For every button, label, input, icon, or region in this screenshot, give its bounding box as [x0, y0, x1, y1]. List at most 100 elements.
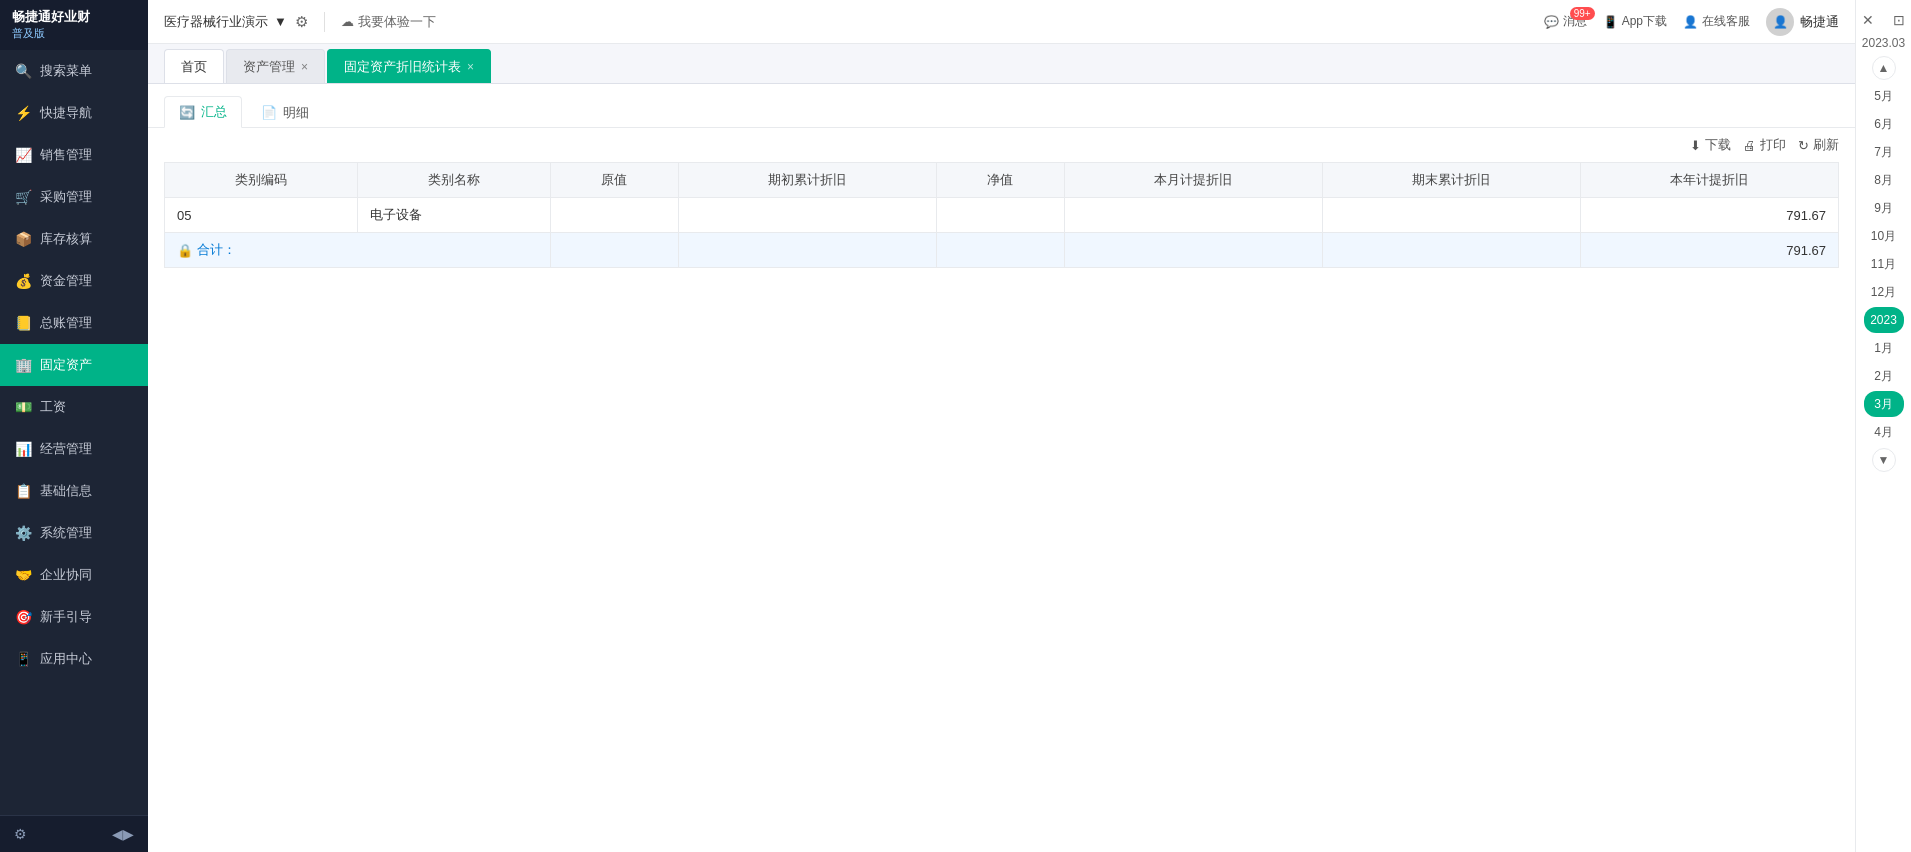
col-monthly-depr: 本月计提折旧 [1064, 163, 1322, 198]
tabs-bar: 首页 资产管理 × 固定资产折旧统计表 × [148, 44, 1855, 84]
nav-icon-purchase: 🛒 [14, 188, 32, 206]
collapse-icon[interactable]: ◀▶ [112, 826, 134, 842]
panel-close-btn[interactable]: ✕ [1862, 12, 1874, 28]
nav-label-salary: 工资 [40, 398, 66, 416]
nav-label-beginner: 新手引导 [40, 608, 92, 626]
nav-label-inventory: 库存核算 [40, 230, 92, 248]
sidebar-item-fixed-assets[interactable]: 🏢 固定资产 [0, 344, 148, 386]
sub-tab-detail[interactable]: 📄 明细 [246, 97, 324, 128]
sub-tab-summary[interactable]: 🔄 汇总 [164, 96, 242, 128]
nav-label-finance: 资金管理 [40, 272, 92, 290]
total-period-end [1322, 233, 1580, 268]
sidebar-item-system[interactable]: ⚙️ 系统管理 [0, 512, 148, 554]
month-4[interactable]: 4月 [1864, 419, 1904, 445]
online-service-btn[interactable]: 👤 在线客服 [1683, 13, 1750, 30]
month-2[interactable]: 2月 [1864, 363, 1904, 389]
total-label-cell: 🔒 合计： [165, 233, 551, 268]
table-wrapper: 类别编码 类别名称 原值 期初累计折旧 净值 本月计提折旧 期末累计折旧 本年计… [148, 162, 1855, 852]
message-badge: 99+ [1570, 7, 1595, 20]
experience-btn[interactable]: ☁ 我要体验一下 [341, 13, 436, 31]
sidebar-item-inventory[interactable]: 📦 库存核算 [0, 218, 148, 260]
download-label: 下载 [1705, 136, 1731, 154]
refresh-btn[interactable]: ↻ 刷新 [1798, 136, 1839, 154]
settings-icon[interactable]: ⚙ [14, 826, 27, 842]
cell-category-code: 05 [165, 198, 358, 233]
scroll-up-btn[interactable]: ▲ [1872, 56, 1896, 80]
panel-expand-btn[interactable]: ⊡ [1893, 12, 1905, 28]
month-3[interactable]: 3月 [1864, 391, 1904, 417]
sidebar-item-ledger[interactable]: 📒 总账管理 [0, 302, 148, 344]
main-area: 医疗器械行业演示 ▼ ⚙ ☁ 我要体验一下 💬 消息 99+ 📱 App下载 👤… [148, 0, 1855, 852]
month-11[interactable]: 11月 [1864, 251, 1904, 277]
cell-initial-accum-depr [678, 198, 936, 233]
tab-asset-mgmt-close[interactable]: × [301, 60, 308, 74]
sidebar-item-salary[interactable]: 💵 工资 [0, 386, 148, 428]
download-btn[interactable]: ⬇ 下载 [1690, 136, 1731, 154]
tab-asset-mgmt[interactable]: 资产管理 × [226, 49, 325, 83]
nav-label-ledger: 总账管理 [40, 314, 92, 332]
sidebar-bottom: ⚙ ◀▶ [0, 815, 148, 852]
logo-edition: 普及版 [12, 26, 90, 41]
detail-icon: 📄 [261, 105, 277, 120]
col-initial-accum-depr: 期初累计折旧 [678, 163, 936, 198]
tab-depreciation[interactable]: 固定资产折旧统计表 × [327, 49, 491, 83]
total-row: 🔒 合计： 791.67 [165, 233, 1839, 268]
settings-gear-icon[interactable]: ⚙ [295, 13, 308, 31]
month-5[interactable]: 5月 [1864, 83, 1904, 109]
month-8[interactable]: 8月 [1864, 167, 1904, 193]
nav-label-system: 系统管理 [40, 524, 92, 542]
cell-original-value [550, 198, 678, 233]
cell-period-end-accum-depr [1322, 198, 1580, 233]
nav-label-sales: 销售管理 [40, 146, 92, 164]
month-12[interactable]: 12月 [1864, 279, 1904, 305]
tab-home[interactable]: 首页 [164, 49, 224, 83]
scroll-down-btn[interactable]: ▼ [1872, 448, 1896, 472]
total-initial-accum [678, 233, 936, 268]
nav-icon-salary: 💵 [14, 398, 32, 416]
sidebar-item-search[interactable]: 🔍 搜索菜单 [0, 50, 148, 92]
nav-icon-app-center: 📱 [14, 650, 32, 668]
tab-depreciation-close[interactable]: × [467, 60, 474, 74]
sidebar-item-beginner[interactable]: 🎯 新手引导 [0, 596, 148, 638]
tab-depreciation-label: 固定资产折旧统计表 [344, 58, 461, 76]
year-2023[interactable]: 2023 [1864, 307, 1904, 333]
summary-label: 汇总 [201, 103, 227, 121]
refresh-label: 刷新 [1813, 136, 1839, 154]
nav-icon-enterprise: 🤝 [14, 566, 32, 584]
sidebar-item-sales[interactable]: 📈 销售管理 [0, 134, 148, 176]
nav-icon-operations: 📊 [14, 440, 32, 458]
total-icon: 🔒 [177, 243, 193, 258]
cloud-icon: ☁ [341, 14, 354, 29]
nav-icon-search: 🔍 [14, 62, 32, 80]
sidebar-item-purchase[interactable]: 🛒 采购管理 [0, 176, 148, 218]
total-net-value [936, 233, 1064, 268]
message-btn[interactable]: 💬 消息 99+ [1544, 13, 1587, 30]
sidebar-item-basic-info[interactable]: 📋 基础信息 [0, 470, 148, 512]
sidebar: 畅捷通好业财 普及版 🔍 搜索菜单 ⚡ 快捷导航 📈 销售管理 🛒 采购管理 📦… [0, 0, 148, 852]
month-6[interactable]: 6月 [1864, 111, 1904, 137]
sidebar-item-app-center[interactable]: 📱 应用中心 [0, 638, 148, 680]
year-label: 2023.03 [1862, 36, 1905, 50]
content-area: 🔄 汇总 📄 明细 ⬇ 下载 🖨 打印 ↻ 刷新 [148, 84, 1855, 852]
month-1[interactable]: 1月 [1864, 335, 1904, 361]
col-category-name: 类别名称 [357, 163, 550, 198]
sidebar-item-quick-nav[interactable]: ⚡ 快捷导航 [0, 92, 148, 134]
sidebar-item-enterprise[interactable]: 🤝 企业协同 [0, 554, 148, 596]
nav-icon-fixed-assets: 🏢 [14, 356, 32, 374]
nav-label-operations: 经营管理 [40, 440, 92, 458]
print-btn[interactable]: 🖨 打印 [1743, 136, 1786, 154]
month-10[interactable]: 10月 [1864, 223, 1904, 249]
cell-annual-depr: 791.67 [1580, 198, 1838, 233]
sidebar-item-operations[interactable]: 📊 经营管理 [0, 428, 148, 470]
app-download-btn[interactable]: 📱 App下载 [1603, 13, 1667, 30]
right-panel: ✕ ⊡ 2023.03 ▲ 5月 6月 7月 8月 9月 10月 11月 12月… [1855, 0, 1911, 852]
month-9[interactable]: 9月 [1864, 195, 1904, 221]
col-net-value: 净值 [936, 163, 1064, 198]
cell-monthly-depr [1064, 198, 1322, 233]
user-menu[interactable]: 👤 畅捷通 [1766, 8, 1839, 36]
company-selector[interactable]: 医疗器械行业演示 ▼ [164, 13, 287, 31]
up-arrow-icon: ▲ [1878, 61, 1890, 75]
download-icon: ⬇ [1690, 138, 1701, 153]
sidebar-item-finance[interactable]: 💰 资金管理 [0, 260, 148, 302]
month-7[interactable]: 7月 [1864, 139, 1904, 165]
